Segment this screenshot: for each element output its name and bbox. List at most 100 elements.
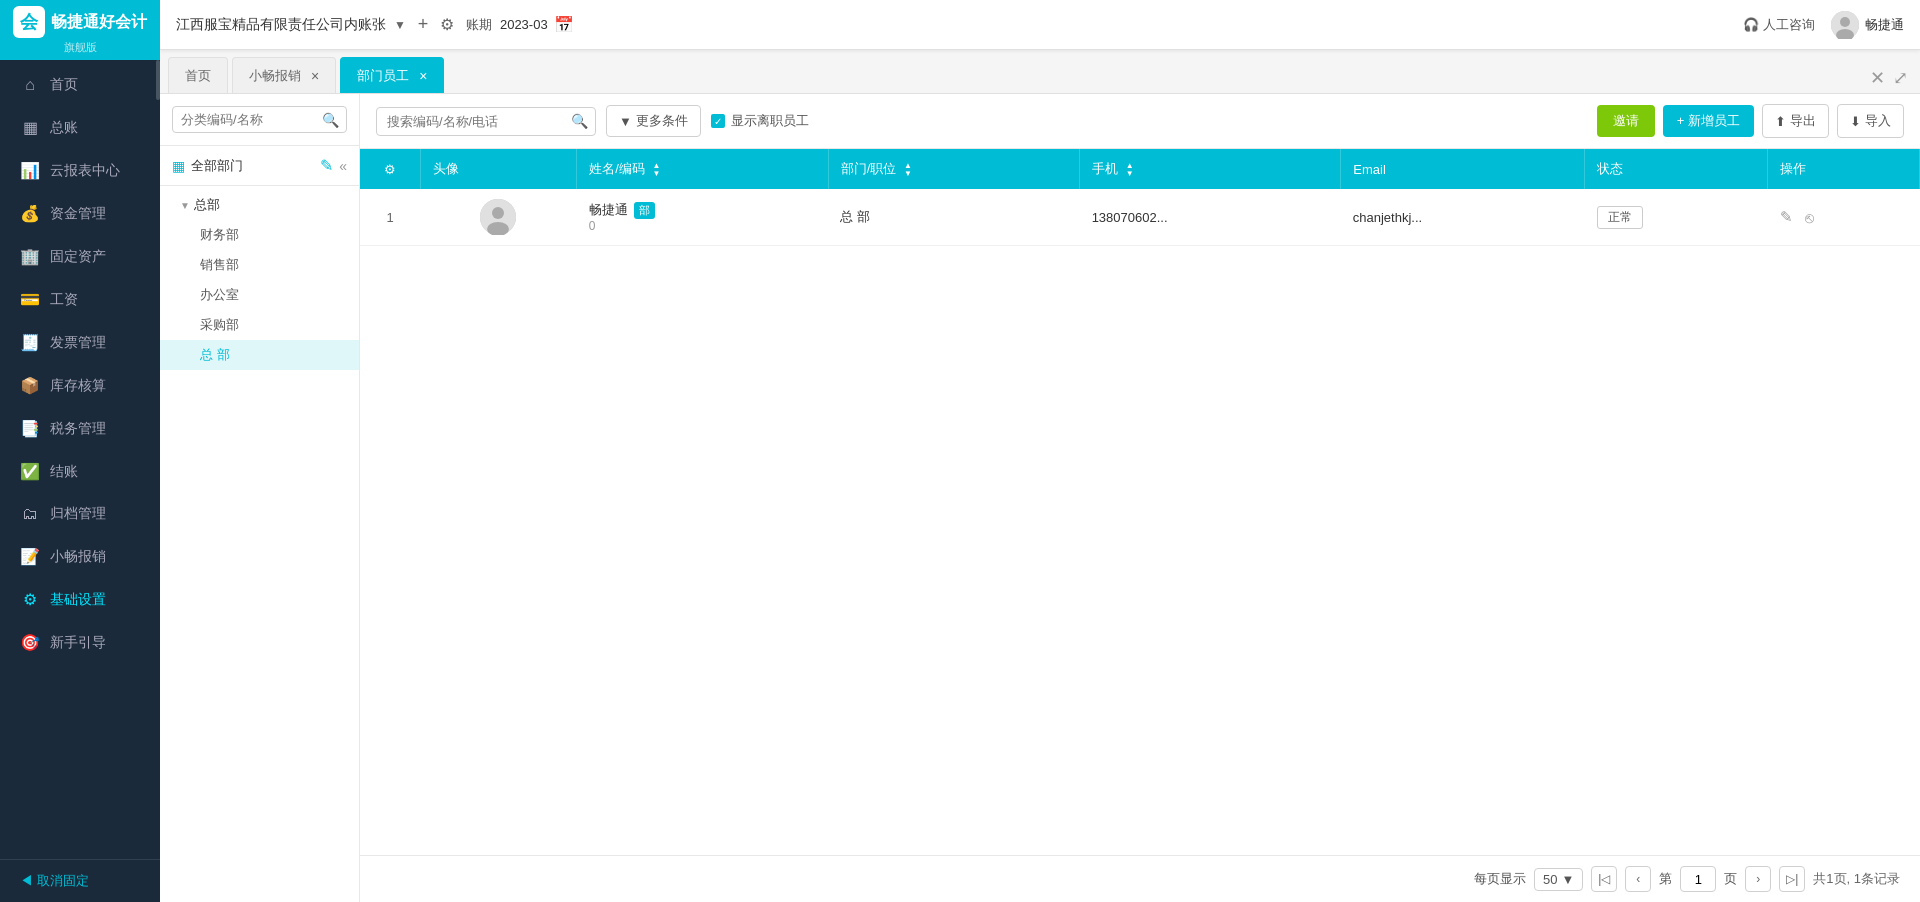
app-name: 畅捷通好会计 bbox=[51, 12, 147, 31]
dept-search-input[interactable] bbox=[172, 106, 347, 133]
sidebar-label-funds: 资金管理 bbox=[50, 205, 106, 223]
company-selector[interactable]: 江西服宝精品有限责任公司内账张 ▼ bbox=[176, 16, 406, 34]
employee-panel: 🔍 ▼ 更多条件 显示离职员工 邀请 + 新增员工 ⬆ 导出 ⬇ 导入 bbox=[360, 94, 1920, 902]
employee-name: 畅捷通 bbox=[589, 201, 628, 219]
row-avatar-cell bbox=[420, 189, 577, 246]
employee-table-wrap: ⚙ 头像 姓名/编码 ▲▼ 部门/职位 ▲▼ 手机 ▲▼ bbox=[360, 149, 1920, 855]
ledger-icon: ▦ bbox=[20, 118, 40, 137]
sidebar-label-home: 首页 bbox=[50, 76, 78, 94]
tab-home-label: 首页 bbox=[185, 67, 211, 85]
row-name-cell: 畅捷通 部 0 bbox=[577, 189, 828, 246]
dept-child-office[interactable]: 办公室 bbox=[160, 280, 359, 310]
per-page-select[interactable]: 50 ▼ bbox=[1534, 868, 1583, 891]
sidebar-item-archive[interactable]: 🗂 归档管理 bbox=[0, 493, 160, 535]
tabs-actions: ✕ ⤢ bbox=[1870, 67, 1920, 93]
add-company-button[interactable]: + bbox=[418, 14, 429, 35]
unpin-button[interactable]: ◀ 取消固定 bbox=[0, 859, 160, 902]
th-avatar: 头像 bbox=[420, 149, 577, 189]
assets-icon: 🏢 bbox=[20, 247, 40, 266]
import-button[interactable]: ⬇ 导入 bbox=[1837, 104, 1904, 138]
sort-dept-icon: ▲▼ bbox=[904, 162, 912, 178]
support-button[interactable]: 🎧 人工咨询 bbox=[1743, 16, 1815, 34]
sidebar-item-salary[interactable]: 💳 工资 bbox=[0, 278, 160, 321]
sidebar-item-inventory[interactable]: 📦 库存核算 bbox=[0, 364, 160, 407]
dept-child-headquarters[interactable]: 总 部 bbox=[160, 340, 359, 370]
sidebar-item-ledger[interactable]: ▦ 总账 bbox=[0, 106, 160, 149]
edit-employee-icon[interactable]: ✎ bbox=[1780, 208, 1793, 226]
invite-button[interactable]: 邀请 bbox=[1597, 105, 1655, 137]
tab-expense-close[interactable]: × bbox=[311, 68, 319, 84]
add-employee-button[interactable]: + 新增员工 bbox=[1663, 105, 1754, 137]
page-input[interactable] bbox=[1680, 866, 1716, 892]
prev-page-button[interactable]: ‹ bbox=[1625, 866, 1651, 892]
tab-employees-close[interactable]: × bbox=[419, 68, 427, 84]
user-avatar bbox=[1831, 11, 1859, 39]
settings-gear-icon[interactable]: ⚙ bbox=[440, 15, 454, 34]
period-label: 账期 2023-03 bbox=[466, 16, 547, 34]
page-suffix: 页 bbox=[1724, 870, 1737, 888]
th-status: 状态 bbox=[1585, 149, 1768, 189]
sidebar-item-expense[interactable]: 📝 小畅报销 bbox=[0, 535, 160, 578]
sidebar-item-funds[interactable]: 💰 资金管理 bbox=[0, 192, 160, 235]
expand-tabs-icon[interactable]: ⤢ bbox=[1893, 67, 1908, 89]
import-icon: ⬇ bbox=[1850, 114, 1861, 129]
tab-expense[interactable]: 小畅报销 × bbox=[232, 57, 336, 93]
logout-employee-icon[interactable]: ⎋ bbox=[1805, 209, 1814, 226]
export-button[interactable]: ⬆ 导出 bbox=[1762, 104, 1829, 138]
employee-code: 0 bbox=[589, 219, 816, 233]
sidebar-item-home[interactable]: ⌂ 首页 bbox=[0, 64, 160, 106]
sidebar-item-assets[interactable]: 🏢 固定资产 bbox=[0, 235, 160, 278]
sidebar-item-reports[interactable]: 📊 云报表中心 bbox=[0, 149, 160, 192]
first-page-button[interactable]: |◁ bbox=[1591, 866, 1617, 892]
dept-grid-icon: ▦ bbox=[172, 158, 185, 174]
th-phone[interactable]: 手机 ▲▼ bbox=[1080, 149, 1341, 189]
show-resigned-toggle[interactable]: 显示离职员工 bbox=[711, 112, 809, 130]
row-status: 正常 bbox=[1585, 189, 1768, 246]
app-logo: 会 畅捷通好会计 旗舰版 bbox=[0, 0, 160, 60]
status-badge: 正常 bbox=[1597, 206, 1643, 229]
th-actions: 操作 bbox=[1768, 149, 1920, 189]
sidebar-label-archive: 归档管理 bbox=[50, 505, 106, 523]
sidebar-label-salary: 工资 bbox=[50, 291, 78, 309]
sidebar-scrollbar bbox=[156, 60, 160, 100]
sidebar-item-invoice[interactable]: 🧾 发票管理 bbox=[0, 321, 160, 364]
funds-icon: 💰 bbox=[20, 204, 40, 223]
dept-header: ▦ 全部部门 ✎ « bbox=[160, 146, 359, 186]
sidebar-item-guide[interactable]: 🎯 新手引导 bbox=[0, 621, 160, 664]
show-resigned-label: 显示离职员工 bbox=[731, 112, 809, 130]
dept-child-sales[interactable]: 销售部 bbox=[160, 250, 359, 280]
dept-group-headquarters: ▼ 总部 财务部 销售部 办公室 采购部 总 部 bbox=[160, 186, 359, 374]
calendar-icon[interactable]: 📅 bbox=[554, 15, 574, 34]
close-all-tabs-icon[interactable]: ✕ bbox=[1870, 67, 1885, 89]
next-page-button[interactable]: › bbox=[1745, 866, 1771, 892]
sidebar-label-inventory: 库存核算 bbox=[50, 377, 106, 395]
sort-name-icon: ▲▼ bbox=[653, 162, 661, 178]
th-dept[interactable]: 部门/职位 ▲▼ bbox=[828, 149, 1079, 189]
user-menu[interactable]: 畅捷通 bbox=[1831, 11, 1904, 39]
tab-employees[interactable]: 部门员工 × bbox=[340, 57, 444, 93]
search-input[interactable] bbox=[376, 107, 596, 136]
per-page-value: 50 bbox=[1543, 872, 1557, 887]
th-name[interactable]: 姓名/编码 ▲▼ bbox=[577, 149, 828, 189]
tab-home[interactable]: 首页 bbox=[168, 57, 228, 93]
dept-child-finance[interactable]: 财务部 bbox=[160, 220, 359, 250]
employee-dept-badge: 部 bbox=[634, 202, 655, 219]
filter-button[interactable]: ▼ 更多条件 bbox=[606, 105, 701, 137]
th-gear[interactable]: ⚙ bbox=[360, 149, 420, 189]
th-email: Email bbox=[1341, 149, 1585, 189]
sidebar-item-settings[interactable]: ⚙ 基础设置 bbox=[0, 578, 160, 621]
show-resigned-checkbox[interactable] bbox=[711, 114, 725, 128]
inventory-icon: 📦 bbox=[20, 376, 40, 395]
dept-collapse-icon[interactable]: « bbox=[339, 158, 347, 174]
sidebar-item-tax[interactable]: 📑 税务管理 bbox=[0, 407, 160, 450]
pagination: 每页显示 50 ▼ |◁ ‹ 第 页 › ▷| 共1页, 1条记录 bbox=[360, 855, 1920, 902]
dept-edit-icon[interactable]: ✎ bbox=[320, 156, 333, 175]
company-dropdown-icon: ▼ bbox=[394, 18, 406, 32]
last-page-button[interactable]: ▷| bbox=[1779, 866, 1805, 892]
sidebar-item-checkout[interactable]: ✅ 结账 bbox=[0, 450, 160, 493]
table-row: 1 畅捷通 部 bbox=[360, 189, 1920, 246]
dept-group-name-headquarters[interactable]: ▼ 总部 bbox=[160, 190, 359, 220]
tax-icon: 📑 bbox=[20, 419, 40, 438]
sidebar-label-reports: 云报表中心 bbox=[50, 162, 120, 180]
dept-child-purchasing[interactable]: 采购部 bbox=[160, 310, 359, 340]
